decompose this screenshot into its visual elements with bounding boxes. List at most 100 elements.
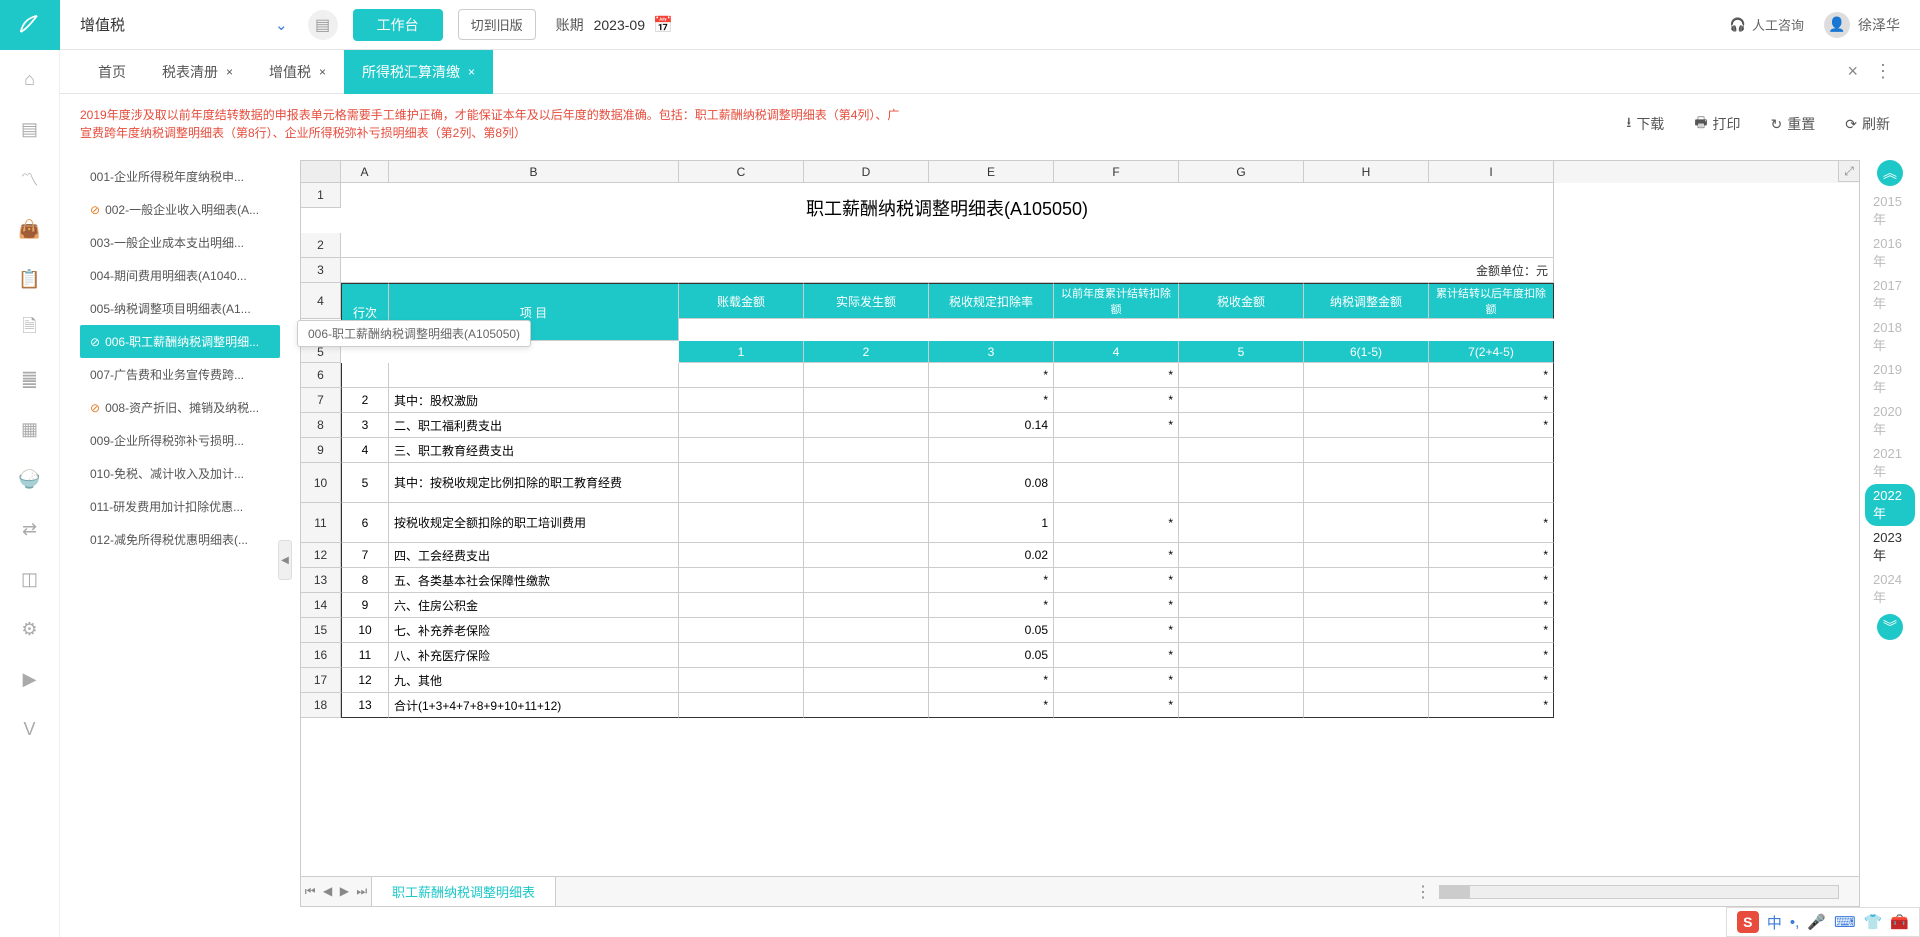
row-header[interactable]: 7 (301, 388, 341, 413)
cell-value[interactable]: * (1054, 568, 1179, 593)
cell-rownum[interactable]: 10 (341, 618, 389, 643)
tab-close-all-icon[interactable]: × (1839, 61, 1866, 82)
ime-skin-icon[interactable]: 👕 (1864, 913, 1883, 931)
col-header[interactable]: H (1304, 161, 1429, 183)
cell-value[interactable]: * (929, 568, 1054, 593)
cell-value[interactable] (679, 413, 804, 438)
cell-value[interactable] (804, 388, 929, 413)
cell-value[interactable]: * (929, 593, 1054, 618)
calendar-icon[interactable]: 📅 (653, 15, 673, 35)
scrollbar-thumb[interactable] (1440, 886, 1470, 898)
cell-value[interactable]: * (929, 668, 1054, 693)
report-list-item[interactable]: ⊘006-职工薪酬纳税调整明细... (80, 325, 280, 358)
cell-project[interactable]: 八、补充医疗保险 (389, 643, 679, 668)
sheet-nav-last-icon[interactable]: ⏭ (356, 884, 367, 899)
ime-keyboard-icon[interactable]: ⌨ (1834, 913, 1856, 931)
cell-value[interactable] (1429, 438, 1554, 463)
cell-rownum[interactable]: 3 (341, 413, 389, 438)
report-list-item[interactable]: 011-研发费用加计扣除优惠... (80, 490, 280, 523)
nav-archive-icon[interactable]: ◫ (16, 565, 44, 593)
cell-value[interactable]: 0.02 (929, 543, 1054, 568)
year-option[interactable]: 2016年 (1865, 232, 1915, 274)
cell-project[interactable]: 三、职工教育经费支出 (389, 438, 679, 463)
reset-button[interactable]: ↻重置 (1771, 114, 1816, 134)
cell-value[interactable]: * (1054, 543, 1179, 568)
col-header[interactable]: F (1054, 161, 1179, 183)
ime-logo-icon[interactable]: S (1737, 911, 1759, 933)
cell-value[interactable] (1179, 543, 1304, 568)
row-header[interactable]: 1 (301, 183, 341, 208)
report-list-item[interactable]: 001-企业所得税年度纳税申... (80, 160, 280, 193)
cell-value[interactable]: * (1429, 693, 1554, 718)
cell-rownum[interactable]: 7 (341, 543, 389, 568)
cell-value[interactable] (1304, 668, 1429, 693)
col-header[interactable]: B (389, 161, 679, 183)
cell-value[interactable]: * (1429, 363, 1554, 388)
ime-punct-icon[interactable]: •, (1790, 914, 1799, 931)
cell-rownum[interactable]: 9 (341, 593, 389, 618)
year-option[interactable]: 2022年 (1865, 484, 1915, 526)
cell-value[interactable] (1304, 543, 1429, 568)
cell-value[interactable] (1179, 413, 1304, 438)
cell-project[interactable]: 六、住房公积金 (389, 593, 679, 618)
cell-value[interactable] (679, 668, 804, 693)
report-list-item[interactable]: 009-企业所得税弥补亏损明... (80, 424, 280, 457)
cell-project[interactable]: 五、各类基本社会保障性缴款 (389, 568, 679, 593)
app-logo[interactable] (0, 0, 60, 50)
cell-value[interactable] (679, 503, 804, 543)
year-option[interactable]: 2017年 (1865, 274, 1915, 316)
cell-value[interactable]: * (1429, 543, 1554, 568)
col-header[interactable]: D (804, 161, 929, 183)
cell-value[interactable] (1179, 463, 1304, 503)
cell-value[interactable] (804, 438, 929, 463)
cell-value[interactable]: 0.05 (929, 643, 1054, 668)
row-header[interactable]: 9 (301, 438, 341, 463)
cell-value[interactable] (1179, 568, 1304, 593)
nav-v-icon[interactable]: V (16, 715, 44, 743)
support-button[interactable]: 🎧 人工咨询 (1730, 15, 1804, 34)
nav-home-icon[interactable]: ⌂ (16, 65, 44, 93)
col-header[interactable]: I (1429, 161, 1554, 183)
cell-value[interactable]: 1 (929, 503, 1054, 543)
nav-stamp-icon[interactable]: ䷀ (16, 365, 44, 393)
cell-value[interactable] (679, 593, 804, 618)
cell-value[interactable] (804, 618, 929, 643)
nav-tax-icon[interactable]: 🍚 (16, 465, 44, 493)
cell-rownum[interactable]: 4 (341, 438, 389, 463)
cell-value[interactable]: * (1054, 503, 1179, 543)
tab-vat[interactable]: 增值税× (251, 50, 344, 94)
ime-lang-button[interactable]: 中 (1767, 912, 1782, 933)
cell-value[interactable] (1304, 363, 1429, 388)
cell-value[interactable]: * (1054, 618, 1179, 643)
print-button[interactable]: 🖶打印 (1694, 112, 1740, 136)
report-list-item[interactable]: 012-减免所得税优惠明细表(... (80, 523, 280, 556)
cell-value[interactable] (804, 668, 929, 693)
row-header[interactable]: 13 (301, 568, 341, 593)
year-option[interactable]: 2019年 (1865, 358, 1915, 400)
cell-value[interactable] (1179, 363, 1304, 388)
nav-doc-icon[interactable]: ▤ (16, 115, 44, 143)
cell-value[interactable] (1179, 593, 1304, 618)
cell-rownum[interactable]: 8 (341, 568, 389, 593)
cell-value[interactable]: * (1054, 643, 1179, 668)
cell-value[interactable] (1179, 668, 1304, 693)
cell-value[interactable]: * (1054, 593, 1179, 618)
cell-project[interactable]: 按税收规定全额扣除的职工培训费用 (389, 503, 679, 543)
nav-bag-icon[interactable]: 👜 (16, 215, 44, 243)
tax-type-selector[interactable]: 增值税 ⌄ (80, 14, 288, 35)
row-header[interactable]: 2 (301, 233, 341, 258)
cell-value[interactable] (804, 568, 929, 593)
cell-value[interactable] (804, 693, 929, 718)
cell-value[interactable] (1429, 463, 1554, 503)
cell-value[interactable] (1179, 643, 1304, 668)
cell-value[interactable]: * (929, 693, 1054, 718)
nav-clipboard-icon[interactable]: 📋 (16, 265, 44, 293)
user-menu[interactable]: 👤 徐泽华 (1824, 12, 1900, 38)
year-option[interactable]: 2018年 (1865, 316, 1915, 358)
cell-value[interactable] (1304, 413, 1429, 438)
cell-rownum[interactable]: 11 (341, 643, 389, 668)
cell-value[interactable] (679, 643, 804, 668)
collapse-panel-handle[interactable]: ◀ (278, 540, 292, 580)
cell-project[interactable]: 七、补充养老保险 (389, 618, 679, 643)
row-header[interactable]: 18 (301, 693, 341, 718)
